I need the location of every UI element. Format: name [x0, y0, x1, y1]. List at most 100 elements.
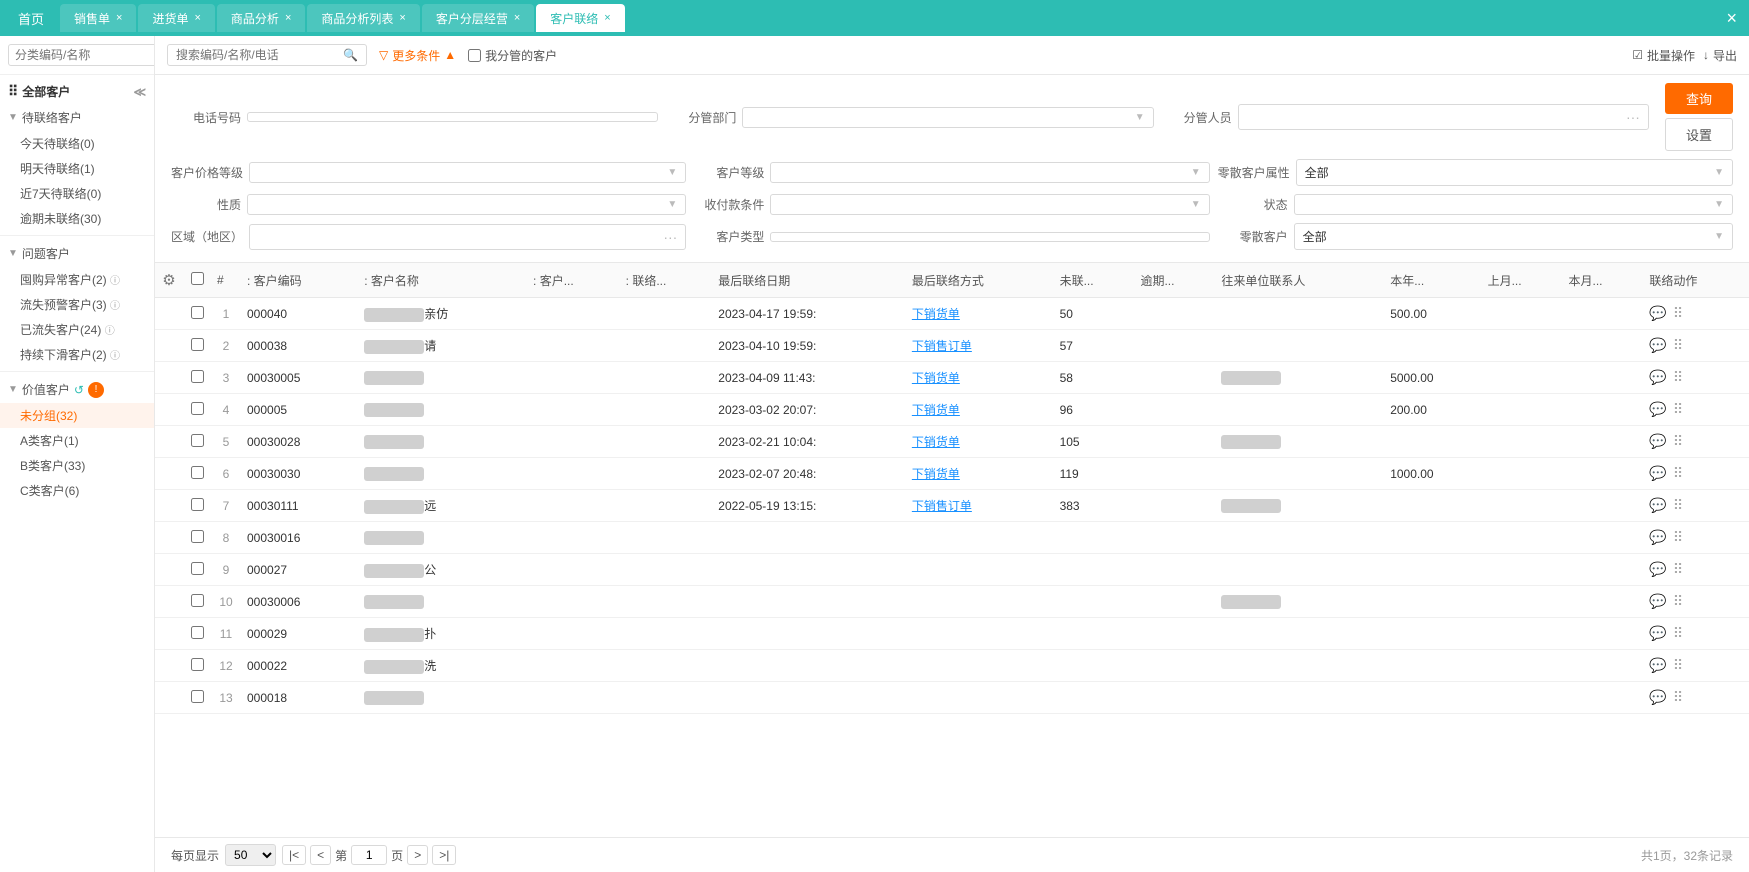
dept-select[interactable]: ▼	[742, 107, 1153, 128]
row-checkbox[interactable]	[191, 338, 204, 351]
region-input[interactable]: ···	[249, 224, 686, 250]
reset-button[interactable]: 设置	[1665, 118, 1733, 151]
row-checkbox[interactable]	[191, 306, 204, 319]
message-icon[interactable]: 💬	[1649, 369, 1666, 386]
first-page-button[interactable]: |<	[282, 845, 306, 865]
customer-type-select[interactable]	[770, 232, 1209, 242]
th-this-month[interactable]: 本月...	[1563, 263, 1644, 298]
page-number-input[interactable]	[351, 845, 387, 865]
th-code[interactable]: : 客户编码	[241, 263, 358, 298]
row-checkbox-cell[interactable]	[183, 618, 211, 650]
collapse-button[interactable]: ≪	[133, 85, 146, 99]
row-checkbox[interactable]	[191, 434, 204, 447]
close-icon[interactable]: ×	[194, 12, 200, 24]
message-icon[interactable]: 💬	[1649, 497, 1666, 514]
row-last-contact-method[interactable]: 下销售订单	[906, 490, 1054, 522]
th-last-contact-date[interactable]: 最后联络日期	[712, 263, 906, 298]
tab-customer-tiering[interactable]: 客户分层经营 ×	[422, 4, 534, 32]
th-this-year[interactable]: 本年...	[1384, 263, 1481, 298]
row-last-contact-method[interactable]	[906, 650, 1054, 682]
page-size-select[interactable]: 50 100 200	[225, 844, 276, 866]
sidebar-item-b-class[interactable]: B类客户(33)	[0, 453, 154, 478]
th-checkbox[interactable]	[183, 263, 211, 298]
row-checkbox-cell[interactable]	[183, 522, 211, 554]
last-page-button[interactable]: >|	[432, 845, 456, 865]
gear-icon[interactable]: ⚙	[162, 272, 175, 289]
close-icon[interactable]: ×	[514, 12, 520, 24]
th-overdue[interactable]: 逾期...	[1134, 263, 1215, 298]
sidebar-item-tomorrow-pending[interactable]: 明天待联络(1)	[0, 156, 154, 181]
row-checkbox[interactable]	[191, 626, 204, 639]
grid-action-icon[interactable]: ⠿	[1673, 625, 1683, 642]
message-icon[interactable]: 💬	[1649, 401, 1666, 418]
close-icon[interactable]: ×	[399, 12, 405, 24]
row-checkbox[interactable]	[191, 530, 204, 543]
row-checkbox-cell[interactable]	[183, 298, 211, 330]
group-pending-contact[interactable]: ▼ 待联络客户	[0, 104, 154, 131]
batch-ops-button[interactable]: ☑ 批量操作	[1632, 47, 1695, 64]
th-contact-person[interactable]: 往来单位联系人	[1215, 263, 1384, 298]
contact-method-link[interactable]: 下销货单	[912, 307, 960, 321]
phone-input[interactable]	[247, 112, 658, 122]
row-last-contact-method[interactable]: 下销货单	[906, 362, 1054, 394]
select-all-checkbox[interactable]	[191, 272, 204, 285]
sidebar-item-overdue[interactable]: 逾期未联络(30)	[0, 206, 154, 231]
tab-home[interactable]: 首页	[4, 4, 58, 32]
query-button[interactable]: 查询	[1665, 83, 1733, 114]
status-select[interactable]: ▼	[1294, 194, 1733, 215]
sidebar-item-7days-pending[interactable]: 近7天待联络(0)	[0, 181, 154, 206]
row-last-contact-method[interactable]	[906, 618, 1054, 650]
th-not-contacted[interactable]: 未联...	[1054, 263, 1135, 298]
th-last-month[interactable]: 上月...	[1482, 263, 1563, 298]
staff-input[interactable]: ···	[1238, 104, 1649, 130]
row-checkbox-cell[interactable]	[183, 490, 211, 522]
row-checkbox[interactable]	[191, 562, 204, 575]
row-checkbox[interactable]	[191, 466, 204, 479]
th-col3[interactable]: : 客户...	[527, 263, 620, 298]
grid-action-icon[interactable]: ⠿	[1673, 305, 1683, 322]
message-icon[interactable]: 💬	[1649, 593, 1666, 610]
message-icon[interactable]: 💬	[1649, 465, 1666, 482]
all-customers-title[interactable]: ⠿ 全部客户 ≪	[0, 75, 154, 104]
export-button[interactable]: ↓ 导出	[1703, 47, 1737, 64]
sidebar-item-abnormal[interactable]: 囤购异常客户(2) ⓘ	[0, 267, 154, 292]
contact-method-link[interactable]: 下销售订单	[912, 499, 972, 513]
row-checkbox-cell[interactable]	[183, 554, 211, 586]
grid-action-icon[interactable]: ⠿	[1673, 593, 1683, 610]
message-icon[interactable]: 💬	[1649, 529, 1666, 546]
next-page-button[interactable]: >	[407, 845, 428, 865]
close-icon[interactable]: ×	[604, 12, 610, 24]
row-last-contact-method[interactable]	[906, 554, 1054, 586]
grid-action-icon[interactable]: ⠿	[1673, 465, 1683, 482]
row-checkbox-cell[interactable]	[183, 426, 211, 458]
message-icon[interactable]: 💬	[1649, 689, 1666, 706]
contact-method-link[interactable]: 下销货单	[912, 435, 960, 449]
refresh-icon[interactable]: ↺	[74, 383, 84, 397]
grid-action-icon[interactable]: ⠿	[1673, 561, 1683, 578]
row-checkbox[interactable]	[191, 370, 204, 383]
tab-product-analysis[interactable]: 商品分析 ×	[217, 4, 305, 32]
th-col4[interactable]: : 联络...	[620, 263, 713, 298]
tab-purchase[interactable]: 进货单 ×	[138, 4, 214, 32]
price-level-select[interactable]: ▼	[249, 162, 686, 183]
row-checkbox-cell[interactable]	[183, 330, 211, 362]
message-icon[interactable]: 💬	[1649, 337, 1666, 354]
retail-attr-select[interactable]: 全部 ▼	[1296, 159, 1733, 186]
group-value-customers[interactable]: ▼ 价值客户 ↺ !	[0, 376, 154, 403]
sidebar-item-lost[interactable]: 已流失客户(24) ⓘ	[0, 317, 154, 342]
message-icon[interactable]: 💬	[1649, 305, 1666, 322]
prev-page-button[interactable]: <	[310, 845, 331, 865]
row-last-contact-method[interactable]	[906, 522, 1054, 554]
th-name[interactable]: : 客户名称	[358, 263, 527, 298]
grid-action-icon[interactable]: ⠿	[1673, 657, 1683, 674]
message-icon[interactable]: 💬	[1649, 561, 1666, 578]
sidebar-item-a-class[interactable]: A类客户(1)	[0, 428, 154, 453]
sidebar-item-unassigned[interactable]: 未分组(32)	[0, 403, 154, 428]
row-last-contact-method[interactable]: 下销货单	[906, 458, 1054, 490]
contact-method-link[interactable]: 下销货单	[912, 371, 960, 385]
grid-action-icon[interactable]: ⠿	[1673, 369, 1683, 386]
sidebar-item-today-pending[interactable]: 今天待联络(0)	[0, 131, 154, 156]
nature-select[interactable]: ▼	[247, 194, 686, 215]
sidebar-item-c-class[interactable]: C类客户(6)	[0, 478, 154, 503]
retail-customer-select[interactable]: 全部 ▼	[1294, 223, 1733, 250]
